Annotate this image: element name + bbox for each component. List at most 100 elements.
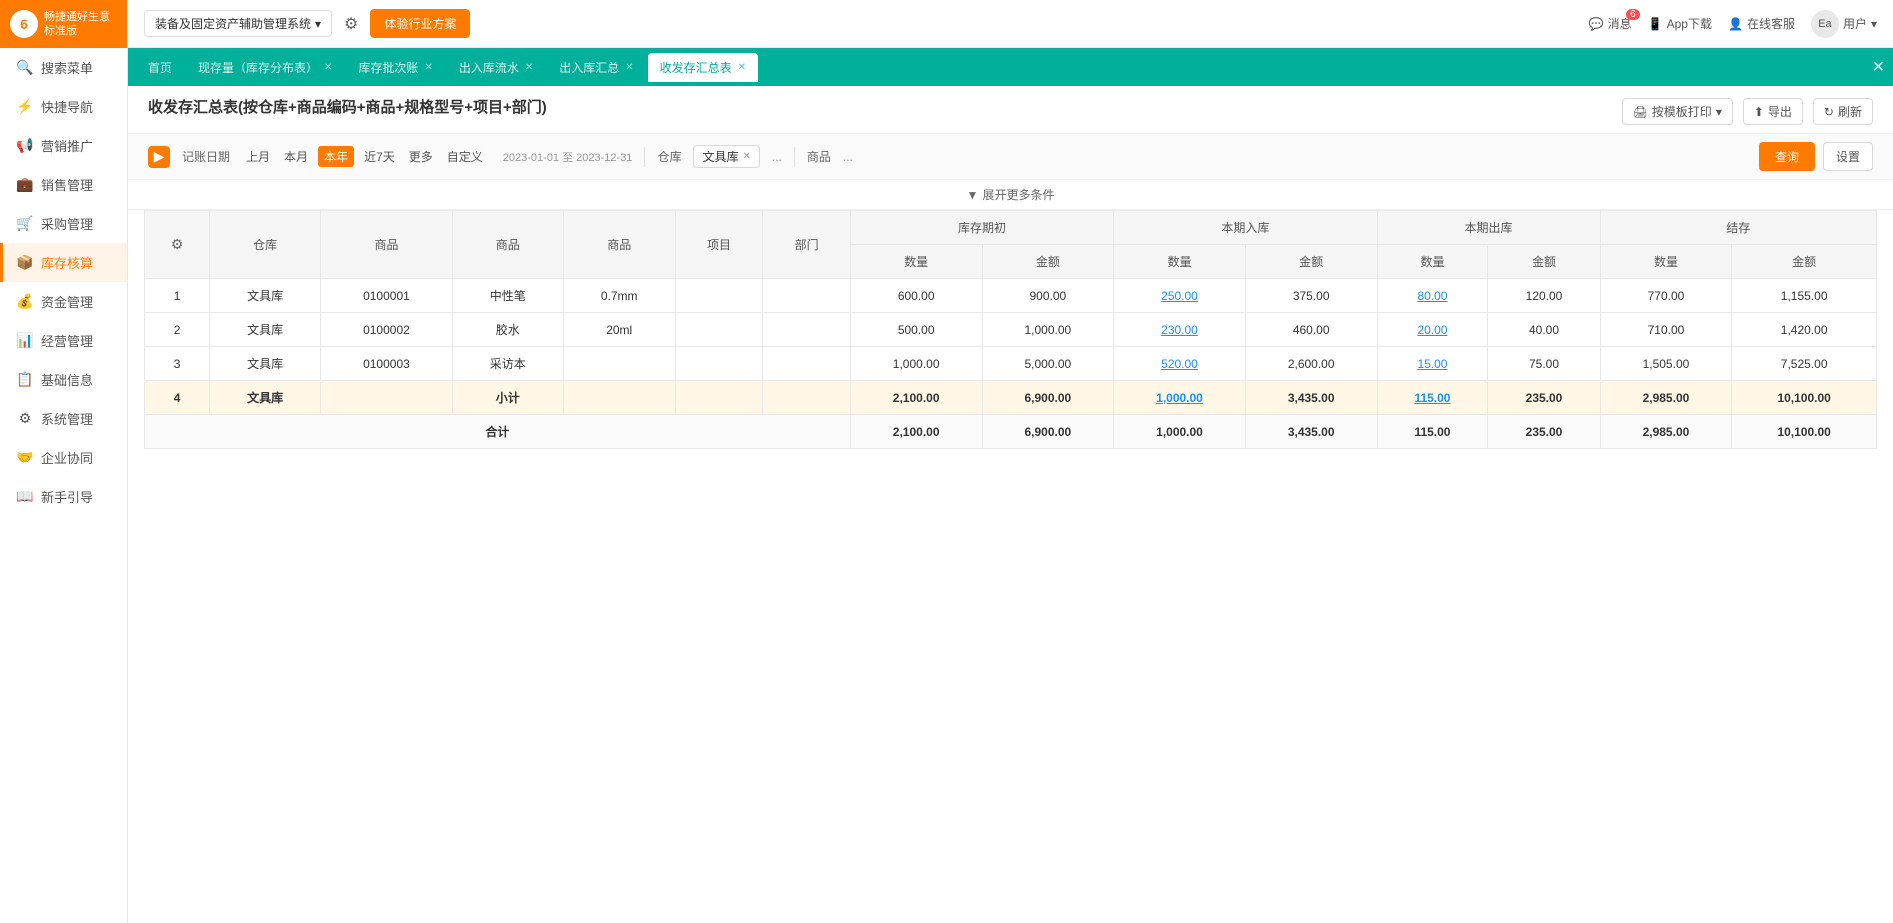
td-department — [763, 279, 851, 313]
app-download-action[interactable]: 📱 App下载 — [1648, 15, 1712, 32]
system-icon: ⚙ — [17, 411, 33, 427]
message-action[interactable]: 💬 消息 6 — [1589, 15, 1632, 32]
sidebar-item-finance[interactable]: 💰 资金管理 — [0, 282, 127, 321]
sidebar-item-enterprise[interactable]: 🤝 企业协同 — [0, 438, 127, 477]
td-project — [675, 347, 763, 381]
date-btn-更多[interactable]: 更多 — [405, 146, 437, 167]
query-button[interactable]: 查询 — [1759, 142, 1815, 171]
tab-close-batch[interactable]: ✕ — [424, 62, 432, 73]
tab-close-inout-summary[interactable]: ✕ — [625, 62, 633, 73]
th-closing-qty: 数量 — [1600, 245, 1732, 279]
sidebar-item-purchase[interactable]: 🛒 采购管理 — [0, 204, 127, 243]
tab-home[interactable]: 首页 — [136, 53, 184, 82]
td-closing-qty: 2,985.00 — [1600, 381, 1732, 415]
date-btn-上月[interactable]: 上月 — [242, 146, 274, 167]
product-more[interactable]: ... — [843, 150, 853, 164]
tab-receive-summary[interactable]: 收发存汇总表✕ — [648, 53, 758, 82]
user-menu[interactable]: Ea 用户 ▾ — [1811, 10, 1877, 38]
sidebar-item-label-system: 系统管理 — [41, 409, 93, 428]
settings-icon[interactable]: ⚙ — [344, 14, 358, 34]
filter-toggle-button[interactable]: ▶ — [148, 146, 170, 168]
close-all-tabs[interactable]: ✕ — [1872, 57, 1885, 77]
footer-closing-amt: 10,100.00 — [1732, 415, 1877, 449]
trial-button[interactable]: 体验行业方案 — [370, 9, 470, 38]
td-opening-qty: 600.00 — [850, 279, 982, 313]
expand-more-button[interactable]: ▼ 展开更多条件 — [967, 186, 1055, 203]
tab-inout-summary[interactable]: 出入库汇总✕ — [547, 53, 645, 82]
out-qty-link[interactable]: 80.00 — [1417, 289, 1447, 303]
td-product-code — [321, 381, 453, 415]
td-opening-qty: 2,100.00 — [850, 381, 982, 415]
online-service-action[interactable]: 👤 在线客服 — [1728, 15, 1795, 32]
td-num: 2 — [145, 313, 210, 347]
expand-more-bar: ▼ 展开更多条件 — [128, 180, 1893, 210]
sidebar-item-label-basic-info: 基础信息 — [41, 370, 93, 389]
td-warehouse: 文具库 — [210, 347, 321, 381]
tab-batch[interactable]: 库存批次账✕ — [346, 53, 444, 82]
tab-inventory-distribution[interactable]: 现存量（库存分布表） ✕ — [186, 53, 344, 82]
tab-close-inventory-distribution[interactable]: ✕ — [324, 62, 332, 73]
out-qty-link[interactable]: 115.00 — [1414, 391, 1450, 405]
settings-button[interactable]: 设置 — [1823, 142, 1873, 171]
refresh-button[interactable]: ↻ 刷新 — [1813, 98, 1873, 125]
warehouse-tag-close[interactable]: ✕ — [742, 151, 750, 162]
td-opening-amt: 900.00 — [982, 279, 1114, 313]
sidebar-item-search[interactable]: 🔍 搜索菜单 — [0, 48, 127, 87]
sidebar-item-label-purchase: 采购管理 — [41, 214, 93, 233]
in-qty-link[interactable]: 1,000.00 — [1156, 391, 1203, 405]
sidebar-item-basic-info[interactable]: 📋 基础信息 — [0, 360, 127, 399]
td-opening-amt: 1,000.00 — [982, 313, 1114, 347]
date-btn-近7天[interactable]: 近7天 — [360, 146, 399, 167]
phone-icon: 📱 — [1648, 17, 1663, 31]
date-btn-本年[interactable]: 本年 — [318, 146, 354, 167]
sidebar-item-label-operations: 经营管理 — [41, 331, 93, 350]
sidebar-item-inventory[interactable]: 📦 库存核算 — [0, 243, 127, 282]
td-closing-qty: 1,505.00 — [1600, 347, 1732, 381]
footer-out-amt: 235.00 — [1488, 415, 1600, 449]
td-warehouse: 文具库 — [210, 279, 321, 313]
tab-close-inout-flow[interactable]: ✕ — [525, 62, 533, 73]
print-icon: 🖨 — [1633, 105, 1648, 119]
td-out-amt: 75.00 — [1488, 347, 1600, 381]
out-qty-link[interactable]: 20.00 — [1417, 323, 1447, 337]
th-in-qty: 数量 — [1114, 245, 1246, 279]
sidebar-item-sales[interactable]: 💼 销售管理 — [0, 165, 127, 204]
td-in-qty: 520.00 — [1114, 347, 1246, 381]
warehouse-more[interactable]: ... — [772, 150, 782, 164]
sidebar-item-operations[interactable]: 📊 经营管理 — [0, 321, 127, 360]
out-qty-link[interactable]: 15.00 — [1417, 357, 1447, 371]
warehouse-tag[interactable]: 文具库 ✕ — [693, 145, 759, 168]
td-opening-amt: 6,900.00 — [982, 381, 1114, 415]
td-out-amt: 120.00 — [1488, 279, 1600, 313]
td-closing-amt: 7,525.00 — [1732, 347, 1877, 381]
print-template-button[interactable]: 🖨 按模板打印 ▾ — [1622, 98, 1733, 125]
td-out-qty: 20.00 — [1377, 313, 1488, 347]
td-out-qty: 115.00 — [1377, 381, 1488, 415]
table-row: 2 文具库 0100002 胶水 20ml 500.00 1,000.00 23… — [145, 313, 1877, 347]
export-button[interactable]: ⬆ 导出 — [1743, 98, 1803, 125]
sidebar-item-guide[interactable]: 📖 新手引导 — [0, 477, 127, 516]
warehouse-label: 仓库 — [657, 148, 681, 165]
sidebar-item-marketing[interactable]: 📢 营销推广 — [0, 126, 127, 165]
purchase-icon: 🛒 — [17, 216, 33, 232]
date-btn-本月[interactable]: 本月 — [280, 146, 312, 167]
search-icon: 🔍 — [17, 60, 33, 76]
in-qty-link[interactable]: 250.00 — [1161, 289, 1198, 303]
tab-close-receive-summary[interactable]: ✕ — [738, 62, 746, 73]
td-product-name: 小计 — [452, 381, 563, 415]
service-icon: 👤 — [1728, 17, 1743, 31]
date-options: 上月本月本年近7天更多自定义 — [242, 146, 487, 167]
in-qty-link[interactable]: 230.00 — [1161, 323, 1198, 337]
in-qty-link[interactable]: 520.00 — [1161, 357, 1198, 371]
th-department: 部门 — [763, 211, 851, 279]
td-project — [675, 313, 763, 347]
td-product-spec: 0.7mm — [563, 279, 675, 313]
date-btn-自定义[interactable]: 自定义 — [443, 146, 487, 167]
sidebar-item-system[interactable]: ⚙ 系统管理 — [0, 399, 127, 438]
tab-label-inventory-distribution: 现存量（库存分布表） — [198, 59, 318, 76]
sidebar-item-quick-nav[interactable]: ⚡ 快捷导航 — [0, 87, 127, 126]
tab-inout-flow[interactable]: 出入库流水✕ — [447, 53, 545, 82]
quick-nav-icon: ⚡ — [17, 99, 33, 115]
system-select[interactable]: 装备及固定资产辅助管理系统 ▾ — [144, 10, 332, 37]
th-settings[interactable]: ⚙ — [145, 211, 210, 279]
